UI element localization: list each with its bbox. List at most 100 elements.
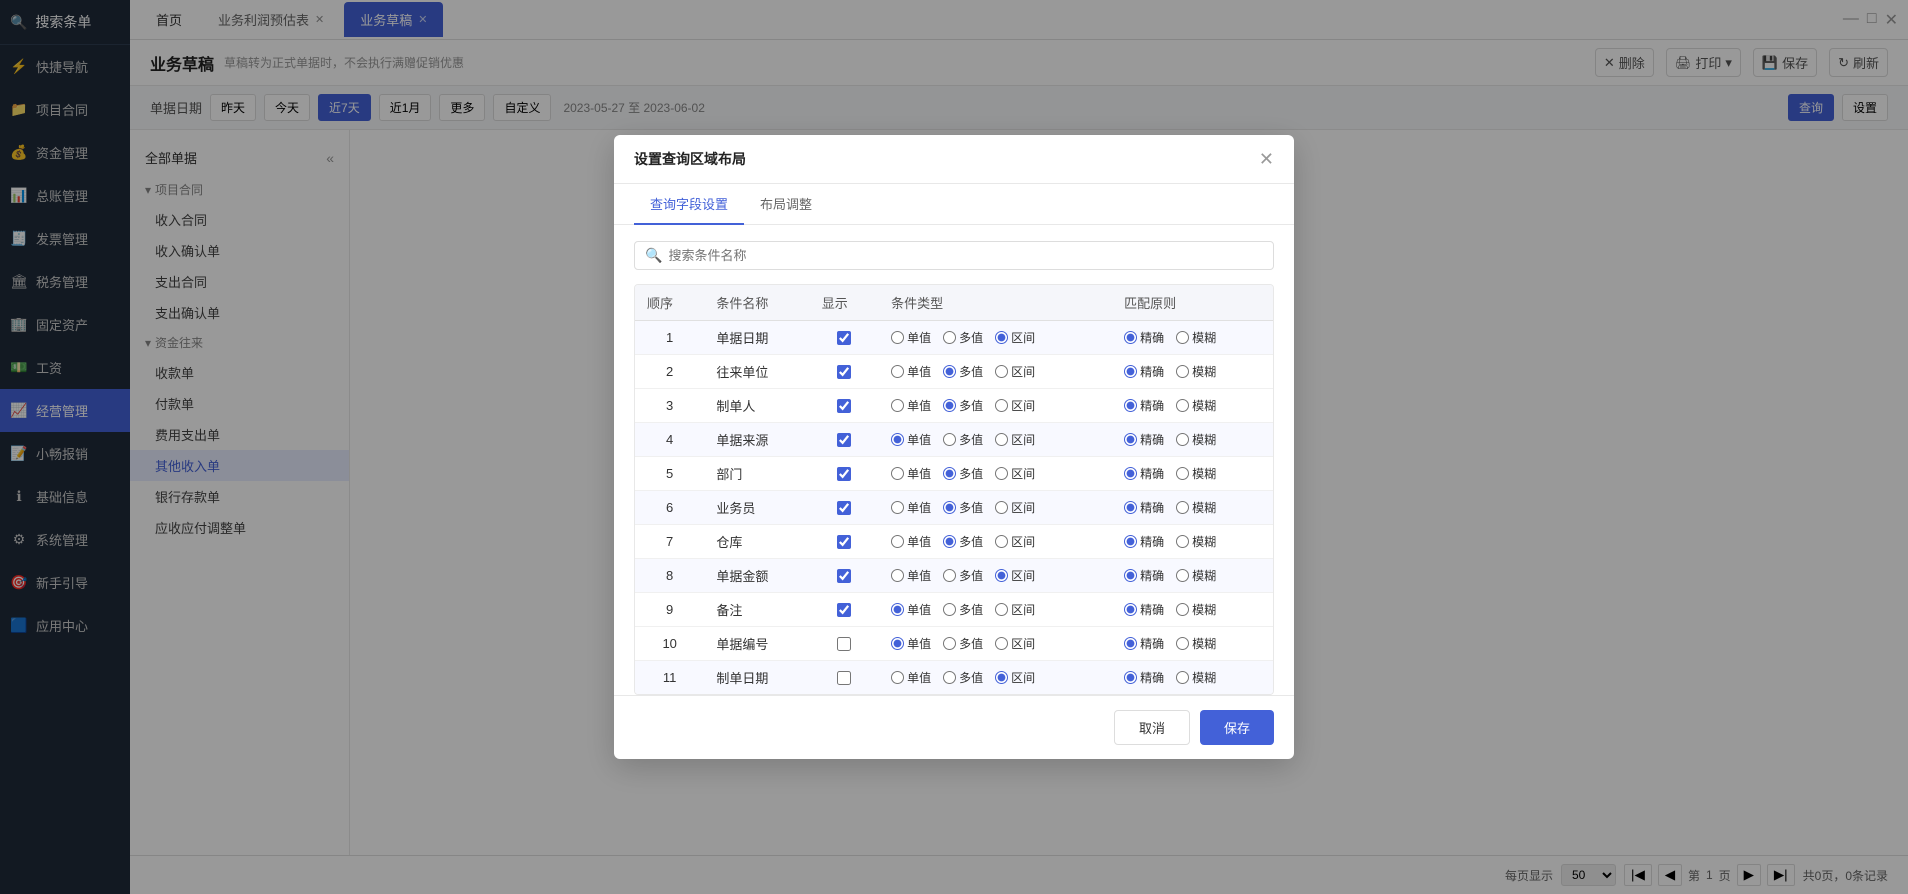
- type-radio-label[interactable]: 单值: [891, 601, 931, 618]
- match-radio-label[interactable]: 模糊: [1176, 601, 1216, 618]
- type-radio[interactable]: [943, 603, 956, 616]
- type-radio-label[interactable]: 区间: [995, 669, 1035, 686]
- match-radio-label[interactable]: 精确: [1124, 601, 1164, 618]
- type-radio-label[interactable]: 单值: [891, 431, 931, 448]
- type-radio[interactable]: [891, 365, 904, 378]
- match-radio[interactable]: [1176, 603, 1189, 616]
- type-radio[interactable]: [995, 535, 1008, 548]
- row-display-checkbox[interactable]: [837, 535, 851, 549]
- match-radio[interactable]: [1124, 433, 1137, 446]
- match-radio-label[interactable]: 模糊: [1176, 465, 1216, 482]
- type-radio[interactable]: [891, 501, 904, 514]
- type-radio[interactable]: [995, 399, 1008, 412]
- type-radio-label[interactable]: 单值: [891, 329, 931, 346]
- type-radio-label[interactable]: 单值: [891, 397, 931, 414]
- match-radio-label[interactable]: 模糊: [1176, 329, 1216, 346]
- type-radio[interactable]: [995, 603, 1008, 616]
- type-radio-label[interactable]: 区间: [995, 465, 1035, 482]
- type-radio-label[interactable]: 区间: [995, 397, 1035, 414]
- match-radio[interactable]: [1176, 399, 1189, 412]
- match-radio-label[interactable]: 模糊: [1176, 669, 1216, 686]
- type-radio[interactable]: [891, 535, 904, 548]
- type-radio[interactable]: [891, 569, 904, 582]
- type-radio[interactable]: [995, 637, 1008, 650]
- type-radio-label[interactable]: 多值: [943, 601, 983, 618]
- type-radio[interactable]: [943, 399, 956, 412]
- match-radio-label[interactable]: 模糊: [1176, 533, 1216, 550]
- type-radio-label[interactable]: 多值: [943, 567, 983, 584]
- type-radio[interactable]: [995, 467, 1008, 480]
- type-radio[interactable]: [943, 671, 956, 684]
- type-radio[interactable]: [943, 467, 956, 480]
- type-radio-label[interactable]: 单值: [891, 635, 931, 652]
- type-radio-label[interactable]: 多值: [943, 533, 983, 550]
- type-radio[interactable]: [943, 501, 956, 514]
- type-radio[interactable]: [891, 433, 904, 446]
- type-radio[interactable]: [891, 331, 904, 344]
- match-radio[interactable]: [1124, 535, 1137, 548]
- type-radio-label[interactable]: 区间: [995, 329, 1035, 346]
- match-radio-label[interactable]: 模糊: [1176, 397, 1216, 414]
- type-radio[interactable]: [943, 433, 956, 446]
- match-radio-label[interactable]: 精确: [1124, 635, 1164, 652]
- match-radio[interactable]: [1124, 671, 1137, 684]
- type-radio-label[interactable]: 单值: [891, 567, 931, 584]
- type-radio-label[interactable]: 多值: [943, 431, 983, 448]
- dialog-tab-layout[interactable]: 布局调整: [744, 184, 828, 225]
- match-radio[interactable]: [1124, 399, 1137, 412]
- type-radio[interactable]: [943, 569, 956, 582]
- match-radio[interactable]: [1176, 569, 1189, 582]
- type-radio-label[interactable]: 多值: [943, 465, 983, 482]
- type-radio[interactable]: [995, 671, 1008, 684]
- match-radio[interactable]: [1124, 569, 1137, 582]
- type-radio-label[interactable]: 区间: [995, 635, 1035, 652]
- type-radio-label[interactable]: 区间: [995, 567, 1035, 584]
- match-radio[interactable]: [1124, 467, 1137, 480]
- match-radio[interactable]: [1124, 331, 1137, 344]
- dialog-close-button[interactable]: ✕: [1259, 150, 1274, 168]
- type-radio-label[interactable]: 多值: [943, 635, 983, 652]
- match-radio[interactable]: [1124, 603, 1137, 616]
- type-radio[interactable]: [995, 433, 1008, 446]
- type-radio-label[interactable]: 多值: [943, 363, 983, 380]
- match-radio[interactable]: [1176, 535, 1189, 548]
- match-radio-label[interactable]: 模糊: [1176, 499, 1216, 516]
- match-radio[interactable]: [1176, 501, 1189, 514]
- row-display-checkbox[interactable]: [837, 433, 851, 447]
- type-radio-label[interactable]: 区间: [995, 363, 1035, 380]
- match-radio-label[interactable]: 精确: [1124, 533, 1164, 550]
- type-radio[interactable]: [995, 501, 1008, 514]
- row-display-checkbox[interactable]: [837, 467, 851, 481]
- match-radio[interactable]: [1176, 433, 1189, 446]
- match-radio-label[interactable]: 精确: [1124, 431, 1164, 448]
- type-radio-label[interactable]: 单值: [891, 363, 931, 380]
- match-radio[interactable]: [1176, 671, 1189, 684]
- match-radio-label[interactable]: 精确: [1124, 499, 1164, 516]
- row-display-checkbox[interactable]: [837, 569, 851, 583]
- dialog-search-input[interactable]: [668, 248, 1263, 263]
- type-radio[interactable]: [891, 671, 904, 684]
- match-radio-label[interactable]: 精确: [1124, 465, 1164, 482]
- type-radio-label[interactable]: 多值: [943, 499, 983, 516]
- match-radio[interactable]: [1124, 501, 1137, 514]
- type-radio[interactable]: [891, 637, 904, 650]
- type-radio-label[interactable]: 多值: [943, 397, 983, 414]
- type-radio-label[interactable]: 单值: [891, 669, 931, 686]
- type-radio[interactable]: [943, 331, 956, 344]
- type-radio[interactable]: [891, 399, 904, 412]
- match-radio-label[interactable]: 模糊: [1176, 431, 1216, 448]
- match-radio-label[interactable]: 精确: [1124, 397, 1164, 414]
- match-radio[interactable]: [1176, 365, 1189, 378]
- row-display-checkbox[interactable]: [837, 365, 851, 379]
- match-radio[interactable]: [1176, 467, 1189, 480]
- cancel-button[interactable]: 取消: [1114, 710, 1190, 745]
- match-radio-label[interactable]: 精确: [1124, 329, 1164, 346]
- row-display-checkbox[interactable]: [837, 399, 851, 413]
- match-radio[interactable]: [1176, 637, 1189, 650]
- type-radio[interactable]: [891, 603, 904, 616]
- type-radio[interactable]: [943, 637, 956, 650]
- type-radio-label[interactable]: 区间: [995, 533, 1035, 550]
- match-radio-label[interactable]: 精确: [1124, 567, 1164, 584]
- match-radio-label[interactable]: 精确: [1124, 669, 1164, 686]
- match-radio-label[interactable]: 模糊: [1176, 567, 1216, 584]
